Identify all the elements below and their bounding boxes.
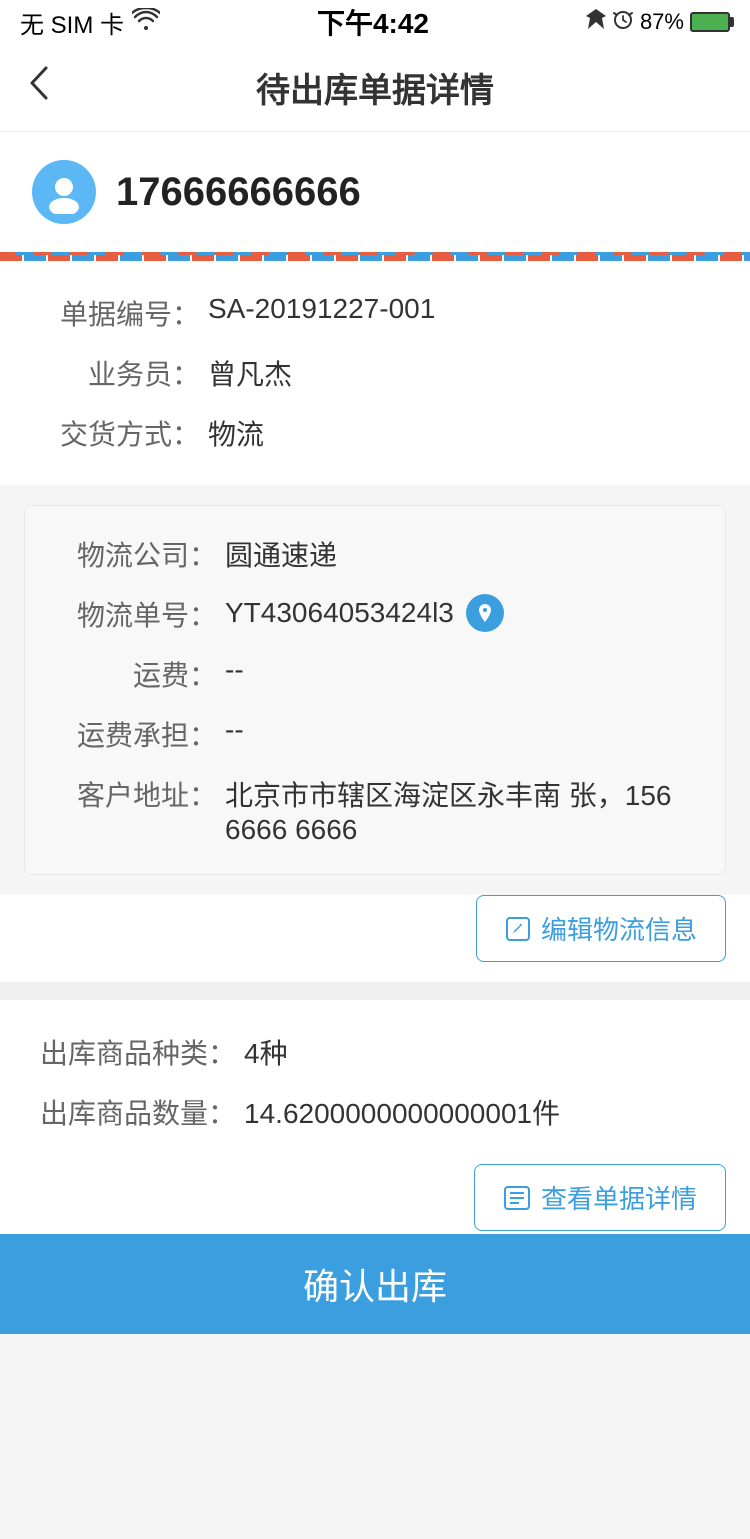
freight-value: --: [217, 654, 693, 686]
agent-value: 曾凡杰: [200, 353, 710, 393]
edit-btn-row: 编辑物流信息: [0, 895, 750, 982]
freight-bearer-label: 运费承担：: [57, 714, 217, 754]
logistics-card: 物流公司： 圆通速递 物流单号： YT43064053424l3 运费： -- …: [24, 505, 726, 875]
goods-types-value: 4种: [236, 1032, 710, 1072]
confirm-outbound-button[interactable]: 确认出库: [0, 1258, 750, 1310]
delivery-value: 物流: [200, 413, 710, 453]
document-info-section: 单据编号： SA-20191227-001 业务员： 曾凡杰 交货方式： 物流: [0, 261, 750, 485]
delivery-label: 交货方式：: [40, 413, 200, 453]
confirm-btn-container: 确认出库: [0, 1234, 750, 1334]
logistics-tracking-row: 物流单号： YT43064053424l3: [57, 594, 693, 634]
nav-bar: 待出库单据详情: [0, 44, 750, 132]
document-number-value: SA-20191227-001: [200, 293, 710, 325]
goods-section: 出库商品种类： 4种 出库商品数量： 14.6200000000000001件: [0, 1000, 750, 1164]
document-number-row: 单据编号： SA-20191227-001: [40, 293, 710, 333]
logistics-company-value: 圆通速递: [217, 534, 693, 574]
goods-quantity-label: 出库商品数量：: [40, 1092, 236, 1132]
battery-icon: [690, 12, 730, 32]
view-detail-button[interactable]: 查看单据详情: [474, 1164, 726, 1231]
status-left: 无 SIM 卡: [20, 5, 160, 40]
battery-text: 87%: [640, 9, 684, 35]
status-bar: 无 SIM 卡 下午4:42: [0, 0, 750, 44]
tracking-location-button[interactable]: [466, 594, 504, 632]
freight-row: 运费： --: [57, 654, 693, 694]
status-time: 下午4:42: [317, 2, 429, 42]
document-number-label: 单据编号：: [40, 293, 200, 333]
agent-label: 业务员：: [40, 353, 200, 393]
goods-types-label: 出库商品种类：: [40, 1032, 236, 1072]
logistics-tracking-label: 物流单号：: [57, 594, 217, 634]
wifi-icon: [132, 8, 160, 37]
customer-phone: 17666666666: [116, 170, 361, 215]
alarm-icon: [612, 8, 634, 36]
logistics-tracking-value: YT43064053424l3: [217, 594, 693, 632]
goods-quantity-row: 出库商品数量： 14.6200000000000001件: [40, 1092, 710, 1132]
customer-address-label: 客户地址：: [57, 774, 217, 814]
logistics-company-label: 物流公司：: [57, 534, 217, 574]
freight-bearer-row: 运费承担： --: [57, 714, 693, 754]
section-separator: [0, 982, 750, 1000]
status-right: 87%: [586, 8, 730, 36]
avatar: [32, 160, 96, 224]
agent-row: 业务员： 曾凡杰: [40, 353, 710, 393]
customer-row: 17666666666: [0, 132, 750, 255]
back-button[interactable]: [28, 64, 50, 111]
location-status-icon: [586, 9, 606, 35]
customer-address-value: 北京市市辖区海淀区永丰南 张，156 6666 6666: [217, 774, 693, 846]
delivery-row: 交货方式： 物流: [40, 413, 710, 453]
edit-logistics-button[interactable]: 编辑物流信息: [476, 895, 726, 962]
customer-address-row: 客户地址： 北京市市辖区海淀区永丰南 张，156 6666 6666: [57, 774, 693, 846]
page-title: 待出库单据详情: [256, 63, 494, 112]
logistics-company-row: 物流公司： 圆通速递: [57, 534, 693, 574]
goods-types-row: 出库商品种类： 4种: [40, 1032, 710, 1072]
sim-text: 无 SIM 卡: [20, 5, 124, 40]
freight-label: 运费：: [57, 654, 217, 694]
goods-quantity-value: 14.6200000000000001件: [236, 1092, 710, 1132]
freight-bearer-value: --: [217, 714, 693, 746]
